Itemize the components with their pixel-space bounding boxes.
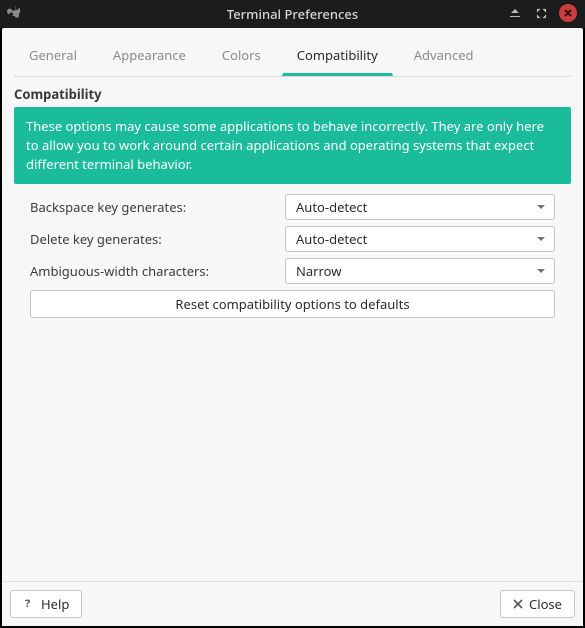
svg-text:?: ? xyxy=(25,597,31,609)
close-button-label: Close xyxy=(529,595,562,613)
row-backspace: Backspace key generates: Auto-detect xyxy=(30,194,555,220)
tab-label: Advanced xyxy=(414,46,474,64)
select-value: Auto-detect xyxy=(296,198,367,216)
tab-appearance[interactable]: Appearance xyxy=(98,38,201,76)
reset-button[interactable]: Reset compatibility options to defaults xyxy=(30,290,555,318)
titlebar-controls xyxy=(507,4,577,22)
help-icon: ? xyxy=(23,595,35,613)
reset-button-label: Reset compatibility options to defaults xyxy=(175,295,409,313)
tab-bar: General Appearance Colors Compatibility … xyxy=(14,38,571,77)
window-close-button[interactable] xyxy=(559,4,577,22)
help-button[interactable]: ? Help xyxy=(10,590,82,618)
chevron-down-icon xyxy=(536,198,546,216)
select-value: Auto-detect xyxy=(296,230,367,248)
tab-label: Colors xyxy=(222,46,261,64)
label-ambiguous: Ambiguous-width characters: xyxy=(30,262,285,280)
tab-compatibility[interactable]: Compatibility xyxy=(282,38,393,76)
row-ambiguous: Ambiguous-width characters: Narrow xyxy=(30,258,555,284)
row-delete: Delete key generates: Auto-detect xyxy=(30,226,555,252)
window-title: Terminal Preferences xyxy=(227,5,358,23)
chevron-down-icon xyxy=(536,262,546,280)
client-area: General Appearance Colors Compatibility … xyxy=(2,28,583,626)
chevron-down-icon xyxy=(536,230,546,248)
window: Terminal Preferences General Appearance … xyxy=(0,0,585,628)
select-backspace[interactable]: Auto-detect xyxy=(285,194,555,220)
label-delete: Delete key generates: xyxy=(30,230,285,248)
select-value: Narrow xyxy=(296,262,341,280)
warning-banner: These options may cause some application… xyxy=(14,107,571,184)
close-icon xyxy=(513,595,523,613)
content: General Appearance Colors Compatibility … xyxy=(2,28,583,581)
help-button-label: Help xyxy=(41,595,69,613)
select-delete[interactable]: Auto-detect xyxy=(285,226,555,252)
tab-label: General xyxy=(29,46,77,64)
window-roll-up-button[interactable] xyxy=(507,5,523,21)
select-ambiguous[interactable]: Narrow xyxy=(285,258,555,284)
tab-colors[interactable]: Colors xyxy=(207,38,276,76)
titlebar: Terminal Preferences xyxy=(0,0,585,28)
tab-general[interactable]: General xyxy=(14,38,92,76)
section-title: Compatibility xyxy=(14,83,571,107)
label-backspace: Backspace key generates: xyxy=(30,198,285,216)
tab-label: Compatibility xyxy=(297,46,378,64)
footer: ? Help Close xyxy=(2,581,583,626)
window-maximize-button[interactable] xyxy=(533,5,549,21)
tab-advanced[interactable]: Advanced xyxy=(399,38,489,76)
form-area: Backspace key generates: Auto-detect Del… xyxy=(14,194,571,573)
tab-label: Appearance xyxy=(113,46,186,64)
close-button[interactable]: Close xyxy=(500,590,575,618)
app-icon xyxy=(6,5,20,23)
